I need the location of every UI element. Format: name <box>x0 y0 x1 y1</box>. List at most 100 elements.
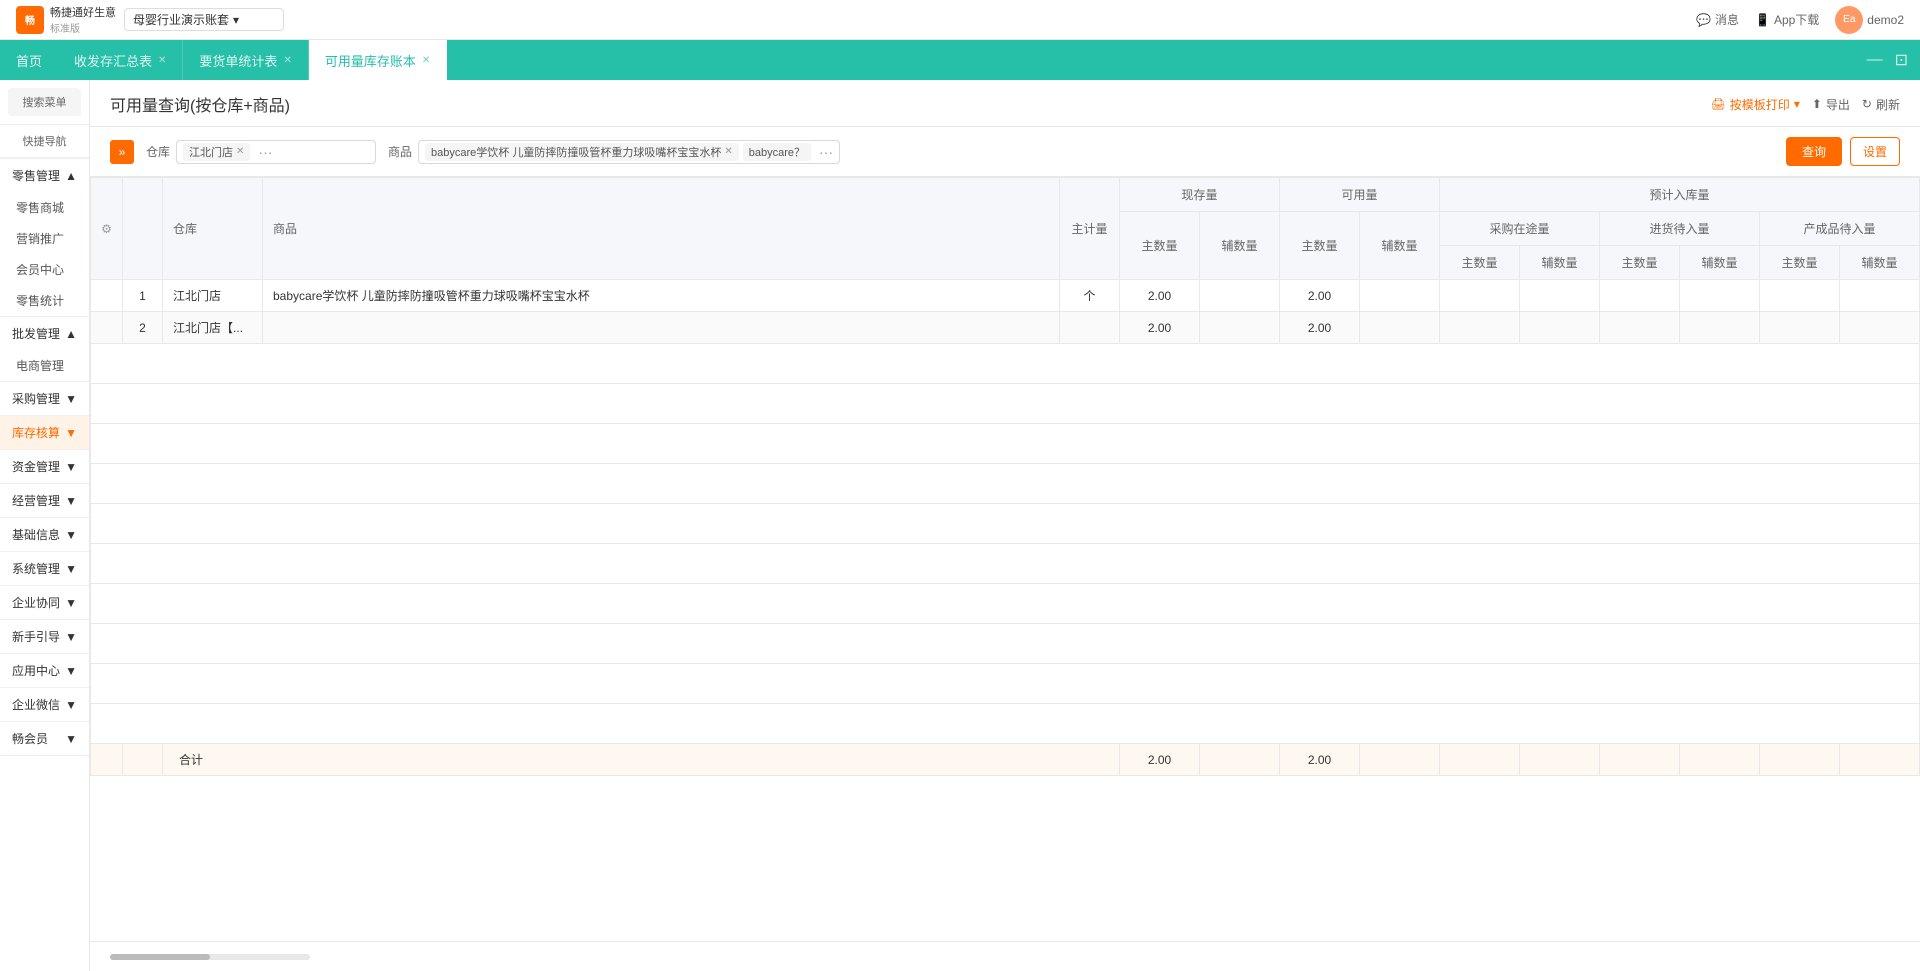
cell-purchase-aux-2 <box>1520 312 1600 344</box>
th-current-stock: 现存量 <box>1120 178 1280 212</box>
sidebar-section-header-system[interactable]: 系统管理 ▼ <box>0 552 89 585</box>
cell-production-main-1 <box>1760 280 1840 312</box>
close-collect-tab[interactable]: ✕ <box>158 55 166 66</box>
sidebar: 搜索菜单 快捷导航 零售管理 ▲ 零售商城 营销推广 会员中心 零售统计 批发管… <box>0 80 90 971</box>
header-actions: 🖨 按模板打印 ▾ ⬆ 导出 ↻ 刷新 <box>1711 96 1900 113</box>
warehouse-filter-group: 仓库 江北门店 ✕ ··· <box>146 140 376 164</box>
cell-purchase-main-2 <box>1440 312 1520 344</box>
sidebar-section-header-operations[interactable]: 经营管理 ▼ <box>0 484 89 517</box>
cell-warehouse-1: 江北门店 <box>163 280 263 312</box>
th-available: 可用量 <box>1280 178 1440 212</box>
product-dots[interactable]: ··· <box>819 144 833 160</box>
table-container: ⚙ 仓库 商品 主计量 现存量 可用量 预计入库量 主数量 辅数量 主数量 <box>90 177 1920 941</box>
sidebar-section-purchase: 采购管理 ▼ <box>0 382 89 416</box>
app-sub: 标准版 <box>50 20 116 35</box>
restore-btn[interactable]: ⊡ <box>1891 46 1912 74</box>
warehouse-label: 仓库 <box>146 143 170 160</box>
th-main-unit: 主计量 <box>1060 178 1120 280</box>
app-download-btn[interactable]: 📱 App下载 <box>1755 11 1819 28</box>
quick-nav-btn[interactable]: 快捷导航 <box>0 125 89 158</box>
cell-num-1: 1 <box>123 280 163 312</box>
summary-incoming-main <box>1600 744 1680 776</box>
th-gear: ⚙ <box>91 178 123 280</box>
scrollbar-track[interactable] <box>110 954 310 960</box>
warehouse-filter-input[interactable]: 江北门店 ✕ ··· <box>176 140 376 164</box>
th-product: 商品 <box>263 178 1060 280</box>
tab-collect[interactable]: 收发存汇总表 ✕ <box>58 40 183 80</box>
cell-current-aux-1 <box>1200 280 1280 312</box>
summary-available-main: 2.00 <box>1280 744 1360 776</box>
tab-order[interactable]: 要货单统计表 ✕ <box>183 40 308 80</box>
cell-gear-1 <box>91 280 123 312</box>
summary-purchase-aux <box>1520 744 1600 776</box>
sidebar-item-member[interactable]: 会员中心 <box>0 254 89 285</box>
chevron-icon-inventory: ▼ <box>65 426 77 440</box>
table-header-row-1: ⚙ 仓库 商品 主计量 现存量 可用量 预计入库量 <box>91 178 1920 212</box>
summary-current-aux <box>1200 744 1280 776</box>
product-filter-input[interactable]: babycare学饮杯 儿童防摔防撞吸管杯重力球吸嘴杯宝宝水杯 ✕ babyca… <box>418 140 840 164</box>
sidebar-section-header-vip[interactable]: 畅会员 ▼ <box>0 722 89 755</box>
cell-gear-2 <box>91 312 123 344</box>
sidebar-section-header-appcenter[interactable]: 应用中心 ▼ <box>0 654 89 687</box>
warehouse-tag: 江北门店 ✕ <box>183 143 250 161</box>
warehouse-dots[interactable]: ··· <box>258 144 272 160</box>
th-estimated-inbound: 预计入库量 <box>1440 178 1920 212</box>
avatar: Ea <box>1835 6 1863 34</box>
sidebar-section-header-retail[interactable]: 零售管理 ▲ <box>0 159 89 192</box>
sidebar-section-header-wechat[interactable]: 企业微信 ▼ <box>0 688 89 721</box>
chevron-icon-operations: ▼ <box>65 494 77 508</box>
tab-home[interactable]: 首页 <box>0 40 58 80</box>
product-tag-2: babycare？ <box>743 143 811 161</box>
sidebar-section-vip: 畅会员 ▼ <box>0 722 89 756</box>
cell-current-main-2: 2.00 <box>1120 312 1200 344</box>
sidebar-item-retail-stats[interactable]: 零售统计 <box>0 285 89 316</box>
th-current-main: 主数量 <box>1120 212 1200 280</box>
refresh-btn[interactable]: ↻ 刷新 <box>1862 96 1900 113</box>
sidebar-section-header-inventory[interactable]: 库存核算 ▼ <box>0 416 89 449</box>
minimize-btn[interactable]: — <box>1863 47 1887 73</box>
th-available-aux: 辅数量 <box>1360 212 1440 280</box>
sidebar-item-marketing[interactable]: 营销推广 <box>0 223 89 254</box>
cell-incoming-main-1 <box>1600 280 1680 312</box>
search-menu-btn[interactable]: 搜索菜单 <box>8 88 81 116</box>
sidebar-section-system: 系统管理 ▼ <box>0 552 89 586</box>
message-icon: 💬 <box>1696 13 1711 27</box>
message-btn[interactable]: 💬 消息 <box>1696 11 1739 28</box>
cell-current-main-1: 2.00 <box>1120 280 1200 312</box>
top-bar: 畅 畅捷通好生意 标准版 母婴行业演示账套 ▾ 💬 消息 📱 App下载 Ea … <box>0 0 1920 40</box>
close-available-tab[interactable]: ✕ <box>422 55 430 66</box>
query-btn[interactable]: 查询 <box>1786 137 1842 166</box>
export-btn[interactable]: ⬆ 导出 <box>1812 96 1850 113</box>
data-table: ⚙ 仓库 商品 主计量 现存量 可用量 预计入库量 主数量 辅数量 主数量 <box>90 177 1920 776</box>
template-print-btn[interactable]: 🖨 按模板打印 ▾ <box>1711 96 1800 113</box>
th-purchase-transit: 采购在途量 <box>1440 212 1600 246</box>
summary-purchase-main <box>1440 744 1520 776</box>
sidebar-section-header-purchase[interactable]: 采购管理 ▼ <box>0 382 89 415</box>
cell-production-main-2 <box>1760 312 1840 344</box>
scrollbar-thumb[interactable] <box>110 954 210 960</box>
th-incoming-aux: 辅数量 <box>1680 246 1760 280</box>
remove-warehouse-tag[interactable]: ✕ <box>236 146 244 157</box>
empty-row <box>91 504 1920 544</box>
sidebar-item-retail-mall[interactable]: 零售商城 <box>0 192 89 223</box>
tab-available[interactable]: 可用量库存账本 ✕ <box>309 40 447 80</box>
page-header: 可用量查询(按仓库+商品) 🖨 按模板打印 ▾ ⬆ 导出 ↻ 刷新 <box>90 80 1920 127</box>
sidebar-section-header-newuser[interactable]: 新手引导 ▼ <box>0 620 89 653</box>
sidebar-section-header-wholesale[interactable]: 批发管理 ▲ <box>0 317 89 350</box>
expand-filter-btn[interactable]: » <box>110 140 134 164</box>
settings-btn[interactable]: 设置 <box>1850 137 1900 166</box>
user-menu[interactable]: Ea demo2 <box>1835 6 1904 34</box>
empty-row <box>91 544 1920 584</box>
remove-product-tag-1[interactable]: ✕ <box>724 146 732 157</box>
industry-select[interactable]: 母婴行业演示账套 ▾ <box>124 8 284 31</box>
sidebar-section-header-enterprise[interactable]: 企业协同 ▼ <box>0 586 89 619</box>
close-order-tab[interactable]: ✕ <box>283 55 291 66</box>
sidebar-section-header-finance[interactable]: 资金管理 ▼ <box>0 450 89 483</box>
sidebar-section-header-basic[interactable]: 基础信息 ▼ <box>0 518 89 551</box>
sidebar-item-ecommerce[interactable]: 电商管理 <box>0 350 89 381</box>
th-production-aux: 辅数量 <box>1840 246 1920 280</box>
gear-icon[interactable]: ⚙ <box>101 222 112 236</box>
summary-row: 合计 2.00 2.00 <box>91 744 1920 776</box>
sidebar-section-appcenter: 应用中心 ▼ <box>0 654 89 688</box>
cell-available-main-2: 2.00 <box>1280 312 1360 344</box>
